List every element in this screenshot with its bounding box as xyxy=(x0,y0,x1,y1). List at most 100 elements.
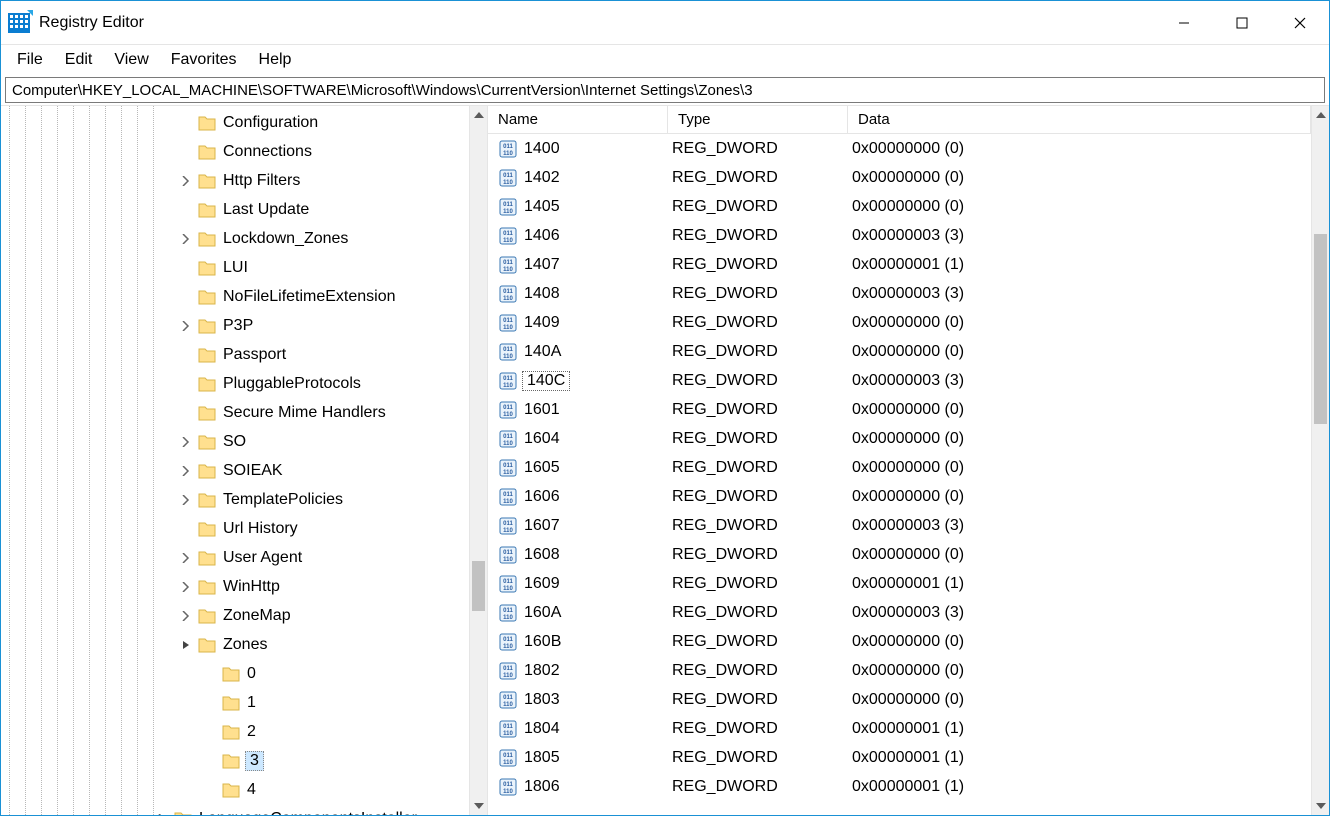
tree-item[interactable]: User Agent xyxy=(1,543,469,572)
tree-item[interactable]: TemplatePolicies xyxy=(1,485,469,514)
value-row[interactable]: 1601REG_DWORD0x00000000 (0) xyxy=(488,395,1311,424)
tree-item[interactable]: 1 xyxy=(1,688,469,717)
menu-view[interactable]: View xyxy=(106,49,156,71)
binary-icon xyxy=(498,197,518,217)
scroll-up-icon[interactable] xyxy=(1312,106,1329,124)
tree-item[interactable]: Lockdown_Zones xyxy=(1,224,469,253)
tree-item[interactable]: Http Filters xyxy=(1,166,469,195)
value-row[interactable]: 140AREG_DWORD0x00000000 (0) xyxy=(488,337,1311,366)
value-row[interactable]: 1405REG_DWORD0x00000000 (0) xyxy=(488,192,1311,221)
tree-item[interactable]: P3P xyxy=(1,311,469,340)
value-type: REG_DWORD xyxy=(668,198,848,216)
chevron-right-icon[interactable] xyxy=(155,812,169,816)
value-row[interactable]: 140CREG_DWORD0x00000003 (3) xyxy=(488,366,1311,395)
tree-item[interactable]: PluggableProtocols xyxy=(1,369,469,398)
minimize-button[interactable] xyxy=(1155,1,1213,44)
menu-edit[interactable]: Edit xyxy=(57,49,101,71)
value-row[interactable]: 1804REG_DWORD0x00000001 (1) xyxy=(488,714,1311,743)
value-row[interactable]: 1606REG_DWORD0x00000000 (0) xyxy=(488,482,1311,511)
tree-item[interactable]: SO xyxy=(1,427,469,456)
folder-icon xyxy=(197,288,217,306)
maximize-button[interactable] xyxy=(1213,1,1271,44)
tree-item[interactable]: Secure Mime Handlers xyxy=(1,398,469,427)
folder-icon xyxy=(197,578,217,596)
value-row[interactable]: 1608REG_DWORD0x00000000 (0) xyxy=(488,540,1311,569)
value-row[interactable]: 1400REG_DWORD0x00000000 (0) xyxy=(488,134,1311,163)
menu-favorites[interactable]: Favorites xyxy=(163,49,245,71)
scroll-down-icon[interactable] xyxy=(1312,797,1329,815)
tree-item-label: Lockdown_Zones xyxy=(221,230,350,248)
titlebar[interactable]: Registry Editor xyxy=(1,1,1329,45)
tree-item-label: NoFileLifetimeExtension xyxy=(221,288,398,306)
tree-item[interactable]: Passport xyxy=(1,340,469,369)
value-row[interactable]: 1605REG_DWORD0x00000000 (0) xyxy=(488,453,1311,482)
value-row[interactable]: 1402REG_DWORD0x00000000 (0) xyxy=(488,163,1311,192)
close-button[interactable] xyxy=(1271,1,1329,44)
value-row[interactable]: 160AREG_DWORD0x00000003 (3) xyxy=(488,598,1311,627)
binary-icon xyxy=(498,168,518,188)
tree-item[interactable]: LanguageComponentsInstaller xyxy=(1,804,469,815)
chevron-right-icon[interactable] xyxy=(179,580,193,594)
chevron-right-icon[interactable] xyxy=(179,609,193,623)
tree-item[interactable]: Connections xyxy=(1,137,469,166)
chevron-right-icon[interactable] xyxy=(179,319,193,333)
scroll-up-icon[interactable] xyxy=(470,106,487,124)
tree-item[interactable]: 4 xyxy=(1,775,469,804)
column-name[interactable]: Name xyxy=(488,106,668,133)
tree-scrollbar[interactable] xyxy=(469,106,487,815)
folder-icon xyxy=(197,607,217,625)
chevron-down-icon[interactable] xyxy=(179,638,193,652)
value-row[interactable]: 1407REG_DWORD0x00000001 (1) xyxy=(488,250,1311,279)
tree-item[interactable]: 0 xyxy=(1,659,469,688)
value-data: 0x00000001 (1) xyxy=(848,575,1311,593)
value-type: REG_DWORD xyxy=(668,546,848,564)
menu-file[interactable]: File xyxy=(9,49,51,71)
tree-item[interactable]: WinHttp xyxy=(1,572,469,601)
folder-icon xyxy=(197,462,217,480)
chevron-right-icon[interactable] xyxy=(179,174,193,188)
chevron-right-icon[interactable] xyxy=(179,232,193,246)
values-table[interactable]: Name Type Data 1400REG_DWORD0x00000000 (… xyxy=(488,106,1311,815)
chevron-right-icon[interactable] xyxy=(179,493,193,507)
chevron-right-icon[interactable] xyxy=(179,464,193,478)
menu-help[interactable]: Help xyxy=(251,49,300,71)
value-row[interactable]: 1406REG_DWORD0x00000003 (3) xyxy=(488,221,1311,250)
values-scrollbar[interactable] xyxy=(1311,106,1329,815)
tree-item[interactable]: Url History xyxy=(1,514,469,543)
folder-icon xyxy=(197,346,217,364)
value-data: 0x00000003 (3) xyxy=(848,372,1311,390)
tree-item[interactable]: ZoneMap xyxy=(1,601,469,630)
value-row[interactable]: 160BREG_DWORD0x00000000 (0) xyxy=(488,627,1311,656)
value-row[interactable]: 1609REG_DWORD0x00000001 (1) xyxy=(488,569,1311,598)
value-row[interactable]: 1806REG_DWORD0x00000001 (1) xyxy=(488,772,1311,801)
value-row[interactable]: 1803REG_DWORD0x00000000 (0) xyxy=(488,685,1311,714)
tree-item[interactable]: NoFileLifetimeExtension xyxy=(1,282,469,311)
value-row[interactable]: 1604REG_DWORD0x00000000 (0) xyxy=(488,424,1311,453)
chevron-right-icon[interactable] xyxy=(179,551,193,565)
tree-item[interactable]: Last Update xyxy=(1,195,469,224)
value-name: 140C xyxy=(522,371,570,391)
tree-item[interactable]: SOIEAK xyxy=(1,456,469,485)
column-type[interactable]: Type xyxy=(668,106,848,133)
tree-item[interactable]: 3 xyxy=(1,746,469,775)
scrollbar-thumb[interactable] xyxy=(472,561,485,611)
tree-item[interactable]: 2 xyxy=(1,717,469,746)
value-row[interactable]: 1802REG_DWORD0x00000000 (0) xyxy=(488,656,1311,685)
scroll-down-icon[interactable] xyxy=(470,797,487,815)
value-name: 1806 xyxy=(522,778,562,796)
value-row[interactable]: 1408REG_DWORD0x00000003 (3) xyxy=(488,279,1311,308)
address-bar[interactable]: Computer\HKEY_LOCAL_MACHINE\SOFTWARE\Mic… xyxy=(5,77,1325,103)
tree-item[interactable]: Configuration xyxy=(1,108,469,137)
tree-item[interactable]: Zones xyxy=(1,630,469,659)
chevron-right-icon[interactable] xyxy=(179,435,193,449)
value-data: 0x00000000 (0) xyxy=(848,430,1311,448)
value-row[interactable]: 1607REG_DWORD0x00000003 (3) xyxy=(488,511,1311,540)
tree-item[interactable]: LUI xyxy=(1,253,469,282)
column-data[interactable]: Data xyxy=(848,106,1311,133)
folder-icon xyxy=(197,433,217,451)
scrollbar-thumb[interactable] xyxy=(1314,234,1327,424)
value-row[interactable]: 1805REG_DWORD0x00000001 (1) xyxy=(488,743,1311,772)
folder-icon xyxy=(197,404,217,422)
value-row[interactable]: 1409REG_DWORD0x00000000 (0) xyxy=(488,308,1311,337)
tree-view[interactable]: ConfigurationConnectionsHttp FiltersLast… xyxy=(1,106,469,815)
